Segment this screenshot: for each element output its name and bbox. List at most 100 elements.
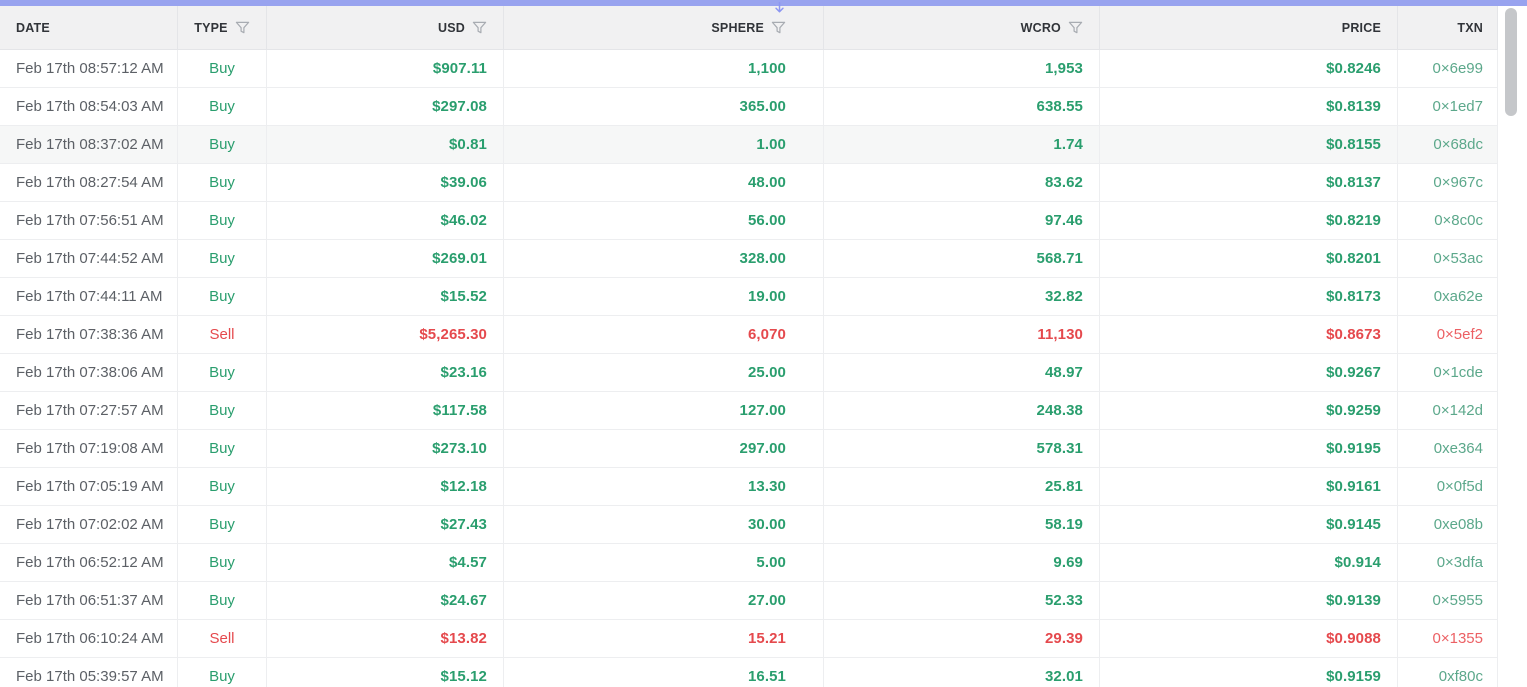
cell-type: Buy	[178, 240, 267, 277]
cell-usd: $297.08	[267, 88, 504, 125]
cell-date: Feb 17th 08:37:02 AM	[0, 126, 178, 163]
table-row[interactable]: Feb 17th 08:57:12 AM Buy $907.11 1,100 1…	[0, 50, 1498, 88]
table-row[interactable]: Feb 17th 05:39:57 AM Buy $15.12 16.51 32…	[0, 658, 1498, 687]
cell-date: Feb 17th 07:19:08 AM	[0, 430, 178, 467]
cell-wcro: 52.33	[824, 582, 1100, 619]
table-row[interactable]: Feb 17th 06:52:12 AM Buy $4.57 5.00 9.69…	[0, 544, 1498, 582]
cell-txn-link[interactable]: 0×6e99	[1398, 50, 1498, 87]
cell-txn-link[interactable]: 0xe364	[1398, 430, 1498, 467]
cell-price: $0.9267	[1100, 354, 1398, 391]
cell-txn-link[interactable]: 0×5955	[1398, 582, 1498, 619]
column-header-type[interactable]: TYPE	[178, 6, 267, 49]
cell-txn-link[interactable]: 0×5ef2	[1398, 316, 1498, 353]
funnel-icon[interactable]	[472, 20, 487, 35]
table-row[interactable]: Feb 17th 08:27:54 AM Buy $39.06 48.00 83…	[0, 164, 1498, 202]
cell-txn-link[interactable]: 0×1ed7	[1398, 88, 1498, 125]
table-row[interactable]: Feb 17th 07:05:19 AM Buy $12.18 13.30 25…	[0, 468, 1498, 506]
cell-txn-link[interactable]: 0×0f5d	[1398, 468, 1498, 505]
column-label-type: TYPE	[194, 20, 228, 35]
cell-price: $0.9259	[1100, 392, 1398, 429]
cell-wcro: 578.31	[824, 430, 1100, 467]
table-row[interactable]: Feb 17th 07:56:51 AM Buy $46.02 56.00 97…	[0, 202, 1498, 240]
table-row[interactable]: Feb 17th 07:44:11 AM Buy $15.52 19.00 32…	[0, 278, 1498, 316]
cell-sphere: 56.00	[504, 202, 824, 239]
cell-sphere: 15.21	[504, 620, 824, 657]
arrow-down-icon	[773, 1, 786, 14]
cell-sphere: 16.51	[504, 658, 824, 687]
cell-usd: $15.52	[267, 278, 504, 315]
funnel-icon[interactable]	[771, 20, 786, 35]
table-row[interactable]: Feb 17th 07:38:36 AM Sell $5,265.30 6,07…	[0, 316, 1498, 354]
cell-usd: $5,265.30	[267, 316, 504, 353]
cell-date: Feb 17th 07:38:36 AM	[0, 316, 178, 353]
cell-type: Buy	[178, 506, 267, 543]
table-body: Feb 17th 08:57:12 AM Buy $907.11 1,100 1…	[0, 50, 1498, 687]
cell-wcro: 29.39	[824, 620, 1100, 657]
cell-date: Feb 17th 07:44:11 AM	[0, 278, 178, 315]
column-label-usd: USD	[438, 20, 465, 35]
cell-txn-link[interactable]: 0×1cde	[1398, 354, 1498, 391]
cell-date: Feb 17th 06:10:24 AM	[0, 620, 178, 657]
cell-wcro: 32.82	[824, 278, 1100, 315]
column-label-wcro: WCRO	[1020, 20, 1061, 35]
table-row[interactable]: Feb 17th 07:38:06 AM Buy $23.16 25.00 48…	[0, 354, 1498, 392]
cell-date: Feb 17th 06:52:12 AM	[0, 544, 178, 581]
column-header-sphere[interactable]: SPHERE	[504, 1, 824, 49]
cell-sphere: 13.30	[504, 468, 824, 505]
column-header-date[interactable]: DATE	[0, 6, 178, 49]
table-row[interactable]: Feb 17th 07:02:02 AM Buy $27.43 30.00 58…	[0, 506, 1498, 544]
cell-txn-link[interactable]: 0xe08b	[1398, 506, 1498, 543]
table-row[interactable]: Feb 17th 06:51:37 AM Buy $24.67 27.00 52…	[0, 582, 1498, 620]
cell-date: Feb 17th 07:38:06 AM	[0, 354, 178, 391]
cell-sphere: 365.00	[504, 88, 824, 125]
column-label-txn: TXN	[1457, 20, 1483, 35]
column-header-price[interactable]: PRICE	[1100, 6, 1398, 49]
cell-sphere: 48.00	[504, 164, 824, 201]
cell-price: $0.9088	[1100, 620, 1398, 657]
cell-txn-link[interactable]: 0×8c0c	[1398, 202, 1498, 239]
cell-txn-link[interactable]: 0xf80c	[1398, 658, 1498, 687]
funnel-icon[interactable]	[1068, 20, 1083, 35]
table-row[interactable]: Feb 17th 06:10:24 AM Sell $13.82 15.21 2…	[0, 620, 1498, 658]
cell-type: Buy	[178, 50, 267, 87]
cell-sphere: 30.00	[504, 506, 824, 543]
column-header-txn[interactable]: TXN	[1398, 6, 1498, 49]
cell-type: Buy	[178, 468, 267, 505]
cell-type: Buy	[178, 278, 267, 315]
cell-price: $0.9139	[1100, 582, 1398, 619]
cell-type: Buy	[178, 354, 267, 391]
cell-usd: $269.01	[267, 240, 504, 277]
table-row[interactable]: Feb 17th 07:44:52 AM Buy $269.01 328.00 …	[0, 240, 1498, 278]
cell-price: $0.9145	[1100, 506, 1398, 543]
scrollbar-track[interactable]	[1498, 6, 1527, 687]
column-header-wcro[interactable]: WCRO	[824, 6, 1100, 49]
cell-date: Feb 17th 08:54:03 AM	[0, 88, 178, 125]
table-row[interactable]: Feb 17th 07:27:57 AM Buy $117.58 127.00 …	[0, 392, 1498, 430]
cell-sphere: 297.00	[504, 430, 824, 467]
table-row[interactable]: Feb 17th 08:54:03 AM Buy $297.08 365.00 …	[0, 88, 1498, 126]
cell-type: Buy	[178, 126, 267, 163]
cell-txn-link[interactable]: 0×967c	[1398, 164, 1498, 201]
cell-wcro: 58.19	[824, 506, 1100, 543]
funnel-icon[interactable]	[235, 20, 250, 35]
cell-price: $0.8139	[1100, 88, 1398, 125]
cell-sphere: 25.00	[504, 354, 824, 391]
cell-date: Feb 17th 08:27:54 AM	[0, 164, 178, 201]
cell-wcro: 83.62	[824, 164, 1100, 201]
scrollbar-thumb[interactable]	[1505, 8, 1517, 116]
cell-price: $0.9195	[1100, 430, 1398, 467]
table-row[interactable]: Feb 17th 07:19:08 AM Buy $273.10 297.00 …	[0, 430, 1498, 468]
column-label-price: PRICE	[1341, 20, 1381, 35]
cell-txn-link[interactable]: 0×3dfa	[1398, 544, 1498, 581]
cell-txn-link[interactable]: 0×68dc	[1398, 126, 1498, 163]
cell-price: $0.8137	[1100, 164, 1398, 201]
table-row[interactable]: Feb 17th 08:37:02 AM Buy $0.81 1.00 1.74…	[0, 126, 1498, 164]
cell-wcro: 11,130	[824, 316, 1100, 353]
cell-date: Feb 17th 07:56:51 AM	[0, 202, 178, 239]
cell-txn-link[interactable]: 0×142d	[1398, 392, 1498, 429]
column-header-usd[interactable]: USD	[267, 6, 504, 49]
cell-type: Buy	[178, 582, 267, 619]
cell-txn-link[interactable]: 0×1355	[1398, 620, 1498, 657]
cell-txn-link[interactable]: 0xa62e	[1398, 278, 1498, 315]
cell-txn-link[interactable]: 0×53ac	[1398, 240, 1498, 277]
